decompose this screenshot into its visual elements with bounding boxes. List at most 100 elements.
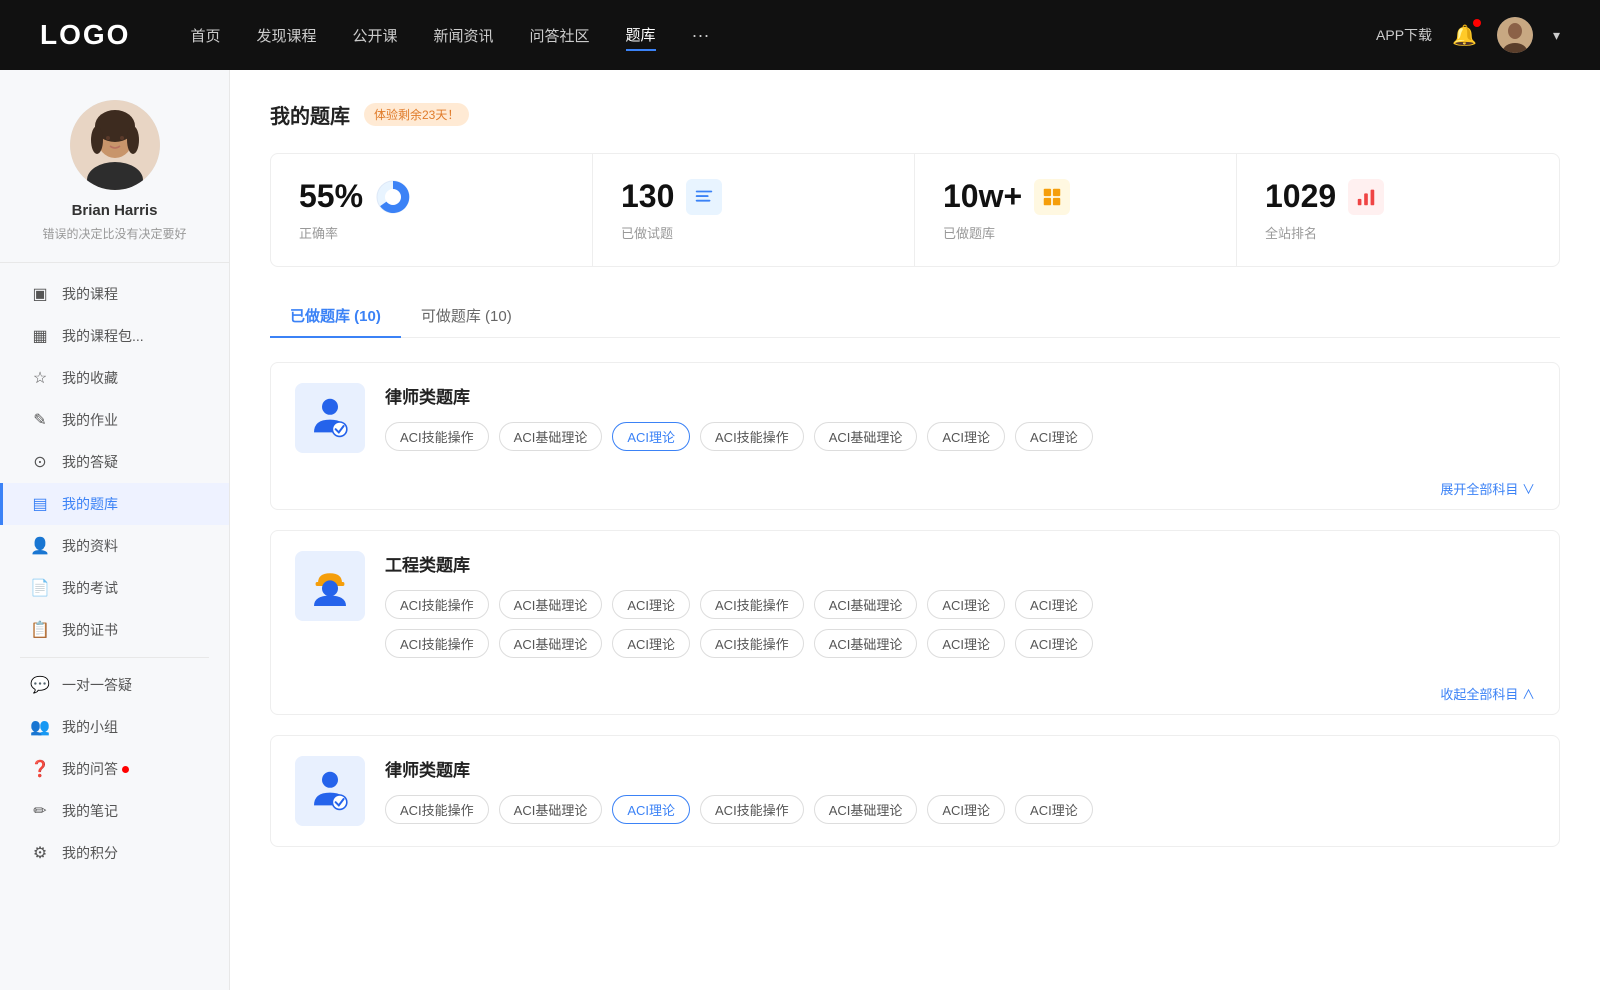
nav-discover[interactable]: 发现课程 (256, 21, 316, 50)
sidebar-item-label: 我的小组 (62, 717, 118, 737)
app-download-button[interactable]: APP下载 (1376, 25, 1432, 45)
materials-icon: 👤 (30, 536, 50, 556)
nav-news[interactable]: 新闻资讯 (434, 21, 494, 50)
tab-todo[interactable]: 可做题库 (10) (401, 295, 532, 338)
collapse-link[interactable]: 收起全部科目 ∧ (1440, 687, 1535, 702)
stat-top: 1029 (1265, 178, 1531, 215)
bell-icon[interactable]: 🔔 (1452, 23, 1477, 48)
nav-quiz[interactable]: 题库 (626, 20, 656, 51)
topic-title: 律师类题库 (385, 756, 1535, 781)
tag[interactable]: ACI基础理论 (499, 422, 603, 451)
nav-home[interactable]: 首页 (190, 21, 220, 50)
tag[interactable]: ACI基础理论 (499, 795, 603, 824)
lawyer-icon (295, 383, 365, 453)
tag[interactable]: ACI基础理论 (814, 590, 918, 619)
sidebar-item-materials[interactable]: 👤 我的资料 (0, 525, 229, 567)
sidebar-item-course-pack[interactable]: ▦ 我的课程包... (0, 315, 229, 357)
sidebar-item-label: 我的课程包... (62, 326, 144, 346)
sidebar-item-label: 我的积分 (62, 843, 118, 863)
stat-value: 55% (299, 178, 363, 215)
star-icon: ☆ (30, 368, 50, 388)
bar-chart-icon (1348, 179, 1384, 215)
sidebar-item-label: 我的笔记 (62, 801, 118, 821)
accuracy-pie-icon (375, 179, 411, 215)
tag[interactable]: ACI技能操作 (700, 629, 804, 658)
sidebar-item-points[interactable]: ⚙ 我的积分 (0, 832, 229, 874)
sidebar-menu: ▣ 我的课程 ▦ 我的课程包... ☆ 我的收藏 ✎ 我的作业 ⊙ 我的答疑 ▤… (0, 263, 229, 884)
stat-label: 全站排名 (1265, 223, 1531, 242)
tag-active[interactable]: ACI理论 (612, 795, 690, 824)
trial-badge: 体验剩余23天！ (364, 103, 469, 126)
tag[interactable]: ACI理论 (1015, 590, 1093, 619)
tag[interactable]: ACI理论 (927, 795, 1005, 824)
tag[interactable]: ACI理论 (927, 422, 1005, 451)
list-icon (686, 179, 722, 215)
sidebar-divider (20, 657, 209, 658)
tag[interactable]: ACI技能操作 (385, 629, 489, 658)
tag[interactable]: ACI理论 (927, 629, 1005, 658)
tag[interactable]: ACI基础理论 (814, 795, 918, 824)
chevron-down-icon[interactable]: ▾ (1553, 27, 1560, 44)
sidebar-item-qa[interactable]: ⊙ 我的答疑 (0, 441, 229, 483)
sidebar-item-label: 我的题库 (62, 494, 118, 514)
stat-rank: 1029 全站排名 (1237, 154, 1559, 266)
tag[interactable]: ACI理论 (1015, 422, 1093, 451)
tab-done[interactable]: 已做题库 (10) (270, 295, 401, 338)
stat-label: 已做题库 (943, 223, 1208, 242)
tag[interactable]: ACI技能操作 (385, 422, 489, 451)
tag[interactable]: ACI理论 (612, 629, 690, 658)
tutor-icon: 💬 (30, 675, 50, 695)
tag[interactable]: ACI基础理论 (499, 590, 603, 619)
tag[interactable]: ACI理论 (927, 590, 1005, 619)
user-avatar-header[interactable] (1497, 17, 1533, 53)
topic-card-lawyer-2: 律师类题库 ACI技能操作 ACI基础理论 ACI理论 ACI技能操作 ACI基… (270, 735, 1560, 847)
sidebar-item-exam[interactable]: 📄 我的考试 (0, 567, 229, 609)
sidebar-item-favorites[interactable]: ☆ 我的收藏 (0, 357, 229, 399)
avatar (70, 100, 160, 190)
topic-content: 律师类题库 ACI技能操作 ACI基础理论 ACI理论 ACI技能操作 ACI基… (385, 383, 1535, 451)
sidebar-item-quiz[interactable]: ▤ 我的题库 (0, 483, 229, 525)
nav-more[interactable]: ··· (692, 25, 710, 46)
tag[interactable]: ACI基础理论 (499, 629, 603, 658)
tag[interactable]: ACI理论 (612, 590, 690, 619)
topic-card-lawyer-1: 律师类题库 ACI技能操作 ACI基础理论 ACI理论 ACI技能操作 ACI基… (270, 362, 1560, 510)
grid-icon (1034, 179, 1070, 215)
tag[interactable]: ACI理论 (1015, 795, 1093, 824)
sidebar-item-questions[interactable]: ❓ 我的问答 (0, 748, 229, 790)
nav-mooc[interactable]: 公开课 (352, 21, 397, 50)
points-icon: ⚙ (30, 843, 50, 863)
tag-active[interactable]: ACI理论 (612, 422, 690, 451)
topic-card-footer: 展开全部科目 ∨ (271, 473, 1559, 509)
tag[interactable]: ACI技能操作 (700, 590, 804, 619)
tag-row: ACI技能操作 ACI基础理论 ACI理论 ACI技能操作 ACI基础理论 AC… (385, 422, 1535, 451)
nav-qa[interactable]: 问答社区 (530, 21, 590, 50)
exam-icon: 📄 (30, 578, 50, 598)
sidebar-item-group[interactable]: 👥 我的小组 (0, 706, 229, 748)
tag[interactable]: ACI技能操作 (700, 795, 804, 824)
expand-link[interactable]: 展开全部科目 ∨ (1440, 482, 1535, 497)
logo[interactable]: LOGO (40, 19, 130, 51)
tag[interactable]: ACI技能操作 (385, 590, 489, 619)
notes-icon: ✏ (30, 801, 50, 821)
stat-top: 10w+ (943, 178, 1208, 215)
bell-badge (1473, 19, 1481, 27)
tag[interactable]: ACI技能操作 (700, 422, 804, 451)
stat-top: 130 (621, 178, 886, 215)
tag[interactable]: ACI技能操作 (385, 795, 489, 824)
sidebar-item-notes[interactable]: ✏ 我的笔记 (0, 790, 229, 832)
sidebar-item-tutor[interactable]: 💬 一对一答疑 (0, 664, 229, 706)
homework-icon: ✎ (30, 410, 50, 430)
sidebar-item-label: 一对一答疑 (62, 675, 132, 695)
user-name: Brian Harris (0, 202, 229, 219)
topic-card-inner: 律师类题库 ACI技能操作 ACI基础理论 ACI理论 ACI技能操作 ACI基… (271, 363, 1559, 473)
tag[interactable]: ACI理论 (1015, 629, 1093, 658)
sidebar-item-certificate[interactable]: 📋 我的证书 (0, 609, 229, 651)
topic-card-inner: 工程类题库 ACI技能操作 ACI基础理论 ACI理论 ACI技能操作 ACI基… (271, 531, 1559, 678)
sidebar-item-my-course[interactable]: ▣ 我的课程 (0, 273, 229, 315)
tag[interactable]: ACI基础理论 (814, 422, 918, 451)
sidebar-item-homework[interactable]: ✎ 我的作业 (0, 399, 229, 441)
topic-card-engineer: 工程类题库 ACI技能操作 ACI基础理论 ACI理论 ACI技能操作 ACI基… (270, 530, 1560, 715)
tag[interactable]: ACI基础理论 (814, 629, 918, 658)
stat-label: 正确率 (299, 223, 564, 242)
header: LOGO 首页 发现课程 公开课 新闻资讯 问答社区 题库 ··· APP下载 … (0, 0, 1600, 70)
